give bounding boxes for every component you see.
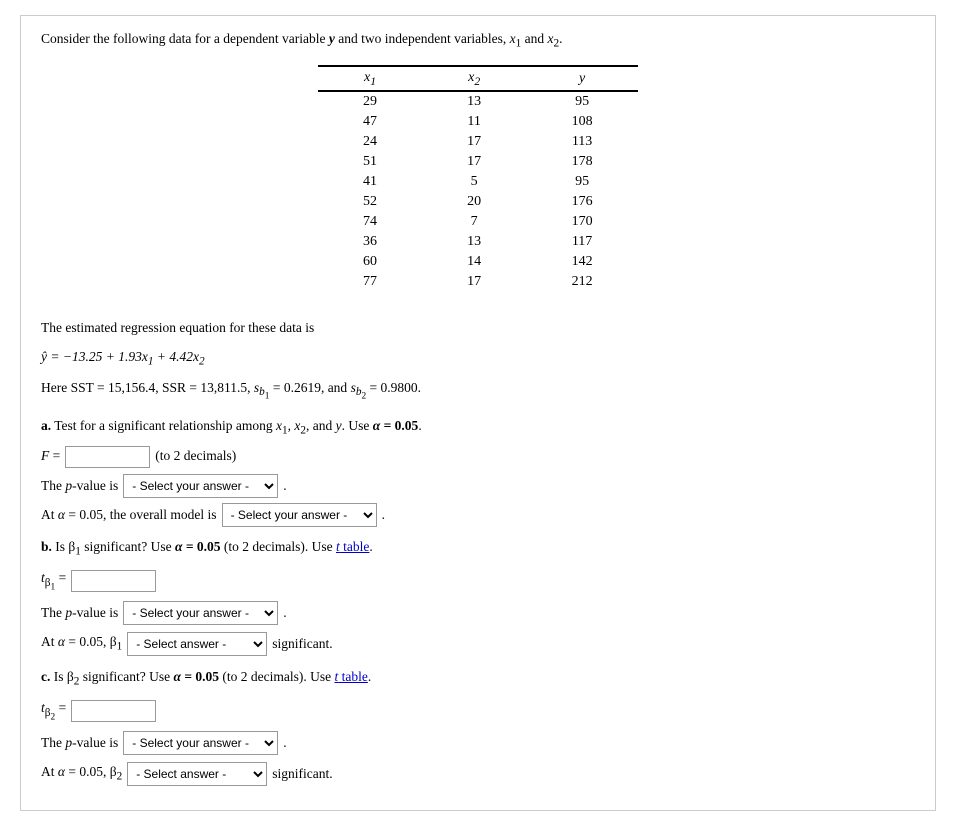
pvalue-c-period: . (283, 731, 286, 755)
beta1-sig-row: At α = 0.05, β1 - Select answer - is is … (41, 630, 915, 657)
table-row: 29 13 95 (318, 91, 638, 112)
beta2-sig-row: At α = 0.05, β2 - Select answer - is is … (41, 760, 915, 787)
cell-x1: 24 (318, 132, 422, 152)
beta1-sig-select[interactable]: - Select answer - is is not (127, 632, 267, 656)
pvalue-a-label: The p-value is (41, 474, 118, 498)
part-c-section: c. Is β2 significant? Use α = 0.05 (to 2… (41, 665, 915, 787)
part-b-header: b. Is β1 significant? Use α = 0.05 (to 2… (41, 535, 915, 562)
pvalue-c-select[interactable]: - Select your answer - less than .01 bet… (123, 731, 278, 755)
pvalue-c-row: The p-value is - Select your answer - le… (41, 731, 915, 755)
cell-x2: 7 (422, 212, 526, 232)
tb1-input[interactable] (71, 570, 156, 592)
pvalue-b-label: The p-value is (41, 601, 118, 625)
part-b-section: b. Is β1 significant? Use α = 0.05 (to 2… (41, 535, 915, 657)
t-table-link-c[interactable]: t table (335, 669, 368, 684)
pvalue-a-select[interactable]: - Select your answer - less than .01 bet… (123, 474, 278, 498)
cell-x1: 51 (318, 152, 422, 172)
table-row: 77 17 212 (318, 272, 638, 296)
stats-line: Here SST = 15,156.4, SSR = 13,811.5, sb1… (41, 376, 915, 406)
f-value-row: F = (to 2 decimals) (41, 444, 915, 468)
model-select[interactable]: - Select your answer - significant not s… (222, 503, 377, 527)
pvalue-a-row: The p-value is - Select your answer - le… (41, 474, 915, 498)
beta2-sig-select[interactable]: - Select answer - is is not (127, 762, 267, 786)
tb1-label: tβ1 = (41, 566, 66, 596)
table-row: 36 13 117 (318, 232, 638, 252)
model-significance-row: At α = 0.05, the overall model is - Sele… (41, 503, 915, 527)
cell-x2: 17 (422, 132, 526, 152)
col-header-y: y (526, 66, 638, 92)
cell-x1: 52 (318, 192, 422, 212)
pvalue-b-row: The p-value is - Select your answer - le… (41, 601, 915, 625)
part-c-header: c. Is β2 significant? Use α = 0.05 (to 2… (41, 665, 915, 692)
cell-y: 113 (526, 132, 638, 152)
equation-intro: The estimated regression equation for th… (41, 316, 915, 340)
cell-x2: 11 (422, 112, 526, 132)
table-row: 47 11 108 (318, 112, 638, 132)
cell-x1: 41 (318, 172, 422, 192)
beta1-sig-suffix: significant. (272, 632, 332, 656)
cell-y: 108 (526, 112, 638, 132)
data-table-wrapper: x1 x2 y 29 13 95 47 11 108 24 17 113 51 … (41, 65, 915, 297)
beta2-sig-suffix: significant. (272, 762, 332, 786)
solution-section: The estimated regression equation for th… (41, 316, 915, 787)
cell-y: 95 (526, 172, 638, 192)
equation-line: ŷ = −13.25 + 1.93x1 + 4.42x2 (41, 345, 915, 372)
table-row: 74 7 170 (318, 212, 638, 232)
cell-x1: 36 (318, 232, 422, 252)
problem-header: Consider the following data for a depend… (41, 31, 915, 50)
cell-y: 95 (526, 91, 638, 112)
part-a-header: a. Test for a significant relationship a… (41, 414, 915, 441)
cell-y: 142 (526, 252, 638, 272)
cell-x2: 14 (422, 252, 526, 272)
table-row: 24 17 113 (318, 132, 638, 152)
at-alpha-c-label: At α = 0.05, β2 (41, 760, 122, 787)
cell-x1: 77 (318, 272, 422, 296)
cell-x1: 47 (318, 112, 422, 132)
at-alpha-b-label: At α = 0.05, β1 (41, 630, 122, 657)
data-table: x1 x2 y 29 13 95 47 11 108 24 17 113 51 … (318, 65, 638, 297)
problem-container: Consider the following data for a depend… (20, 15, 936, 811)
cell-x1: 74 (318, 212, 422, 232)
cell-x1: 29 (318, 91, 422, 112)
cell-y: 212 (526, 272, 638, 296)
cell-x2: 13 (422, 232, 526, 252)
cell-x2: 13 (422, 91, 526, 112)
f-note: (to 2 decimals) (155, 444, 236, 468)
tb2-row: tβ2 = (41, 696, 915, 726)
model-period: . (382, 503, 385, 527)
t-table-link-b[interactable]: t table (336, 539, 369, 554)
f-input[interactable] (65, 446, 150, 468)
cell-x1: 60 (318, 252, 422, 272)
pvalue-b-period: . (283, 601, 286, 625)
col-header-x2: x2 (422, 66, 526, 92)
table-row: 51 17 178 (318, 152, 638, 172)
table-row: 52 20 176 (318, 192, 638, 212)
col-header-x1: x1 (318, 66, 422, 92)
pvalue-a-period: . (283, 474, 286, 498)
tb2-label: tβ2 = (41, 696, 66, 726)
cell-y: 170 (526, 212, 638, 232)
part-a-section: a. Test for a significant relationship a… (41, 414, 915, 528)
f-label: F = (41, 444, 60, 468)
cell-x2: 20 (422, 192, 526, 212)
cell-x2: 5 (422, 172, 526, 192)
pvalue-c-label: The p-value is (41, 731, 118, 755)
cell-x2: 17 (422, 272, 526, 296)
at-alpha-a-label: At α = 0.05, the overall model is (41, 503, 217, 527)
cell-y: 178 (526, 152, 638, 172)
cell-x2: 17 (422, 152, 526, 172)
cell-y: 176 (526, 192, 638, 212)
table-row: 41 5 95 (318, 172, 638, 192)
cell-y: 117 (526, 232, 638, 252)
table-row: 60 14 142 (318, 252, 638, 272)
tb1-row: tβ1 = (41, 566, 915, 596)
pvalue-b-select[interactable]: - Select your answer - less than .01 bet… (123, 601, 278, 625)
tb2-input[interactable] (71, 700, 156, 722)
